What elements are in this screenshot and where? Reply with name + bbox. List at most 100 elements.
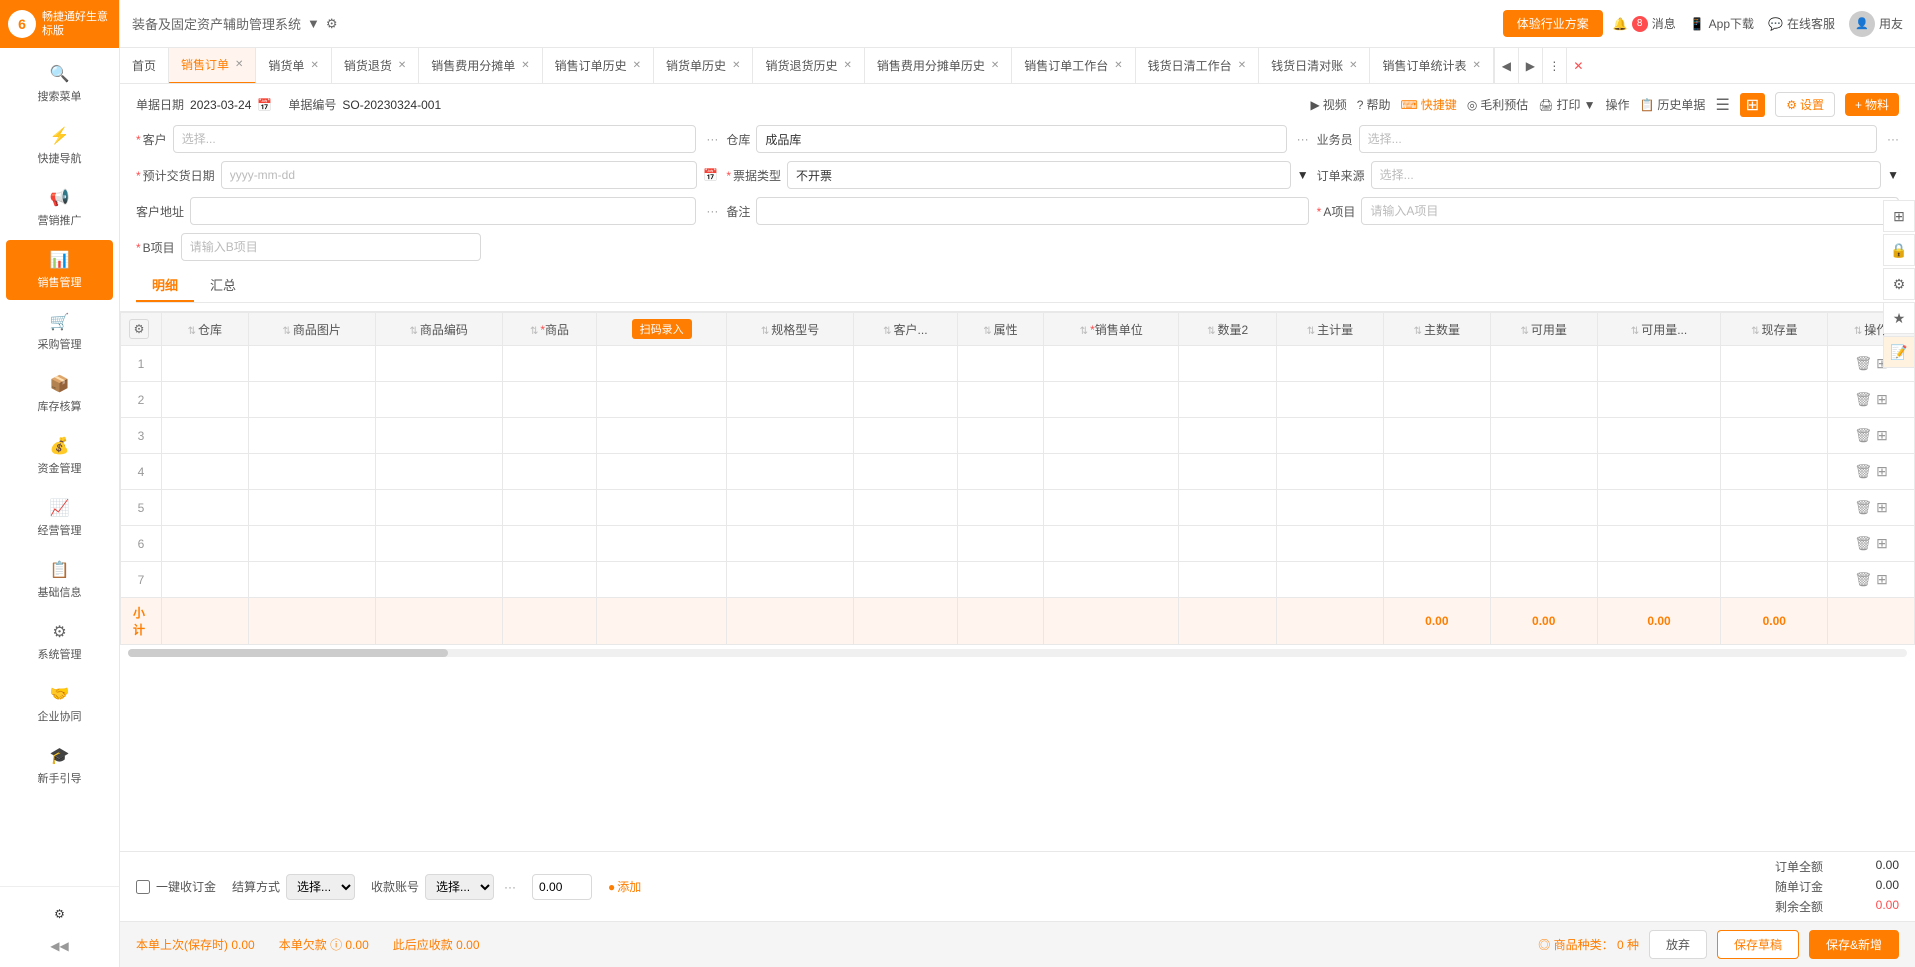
cell-1-avail_qty[interactable] xyxy=(1490,346,1597,382)
cell-5-avail_qty[interactable] xyxy=(1490,490,1597,526)
remark-input[interactable] xyxy=(756,197,1308,225)
cell-3-qty2[interactable] xyxy=(1179,418,1277,454)
inner-tab-1[interactable]: 汇总 xyxy=(194,269,252,302)
tab-item-8[interactable]: 销售费用分摊单历史✕ xyxy=(865,48,1012,84)
sidebar-item-新手引导[interactable]: 🎓新手引导 xyxy=(6,736,113,796)
cell-3-customer_code[interactable] xyxy=(854,418,957,454)
warehouse-more[interactable]: ··· xyxy=(1297,132,1309,146)
delete-icon-4[interactable]: 🗑 xyxy=(1854,463,1872,480)
delete-icon-2[interactable]: 🗑 xyxy=(1854,391,1872,408)
address-input[interactable] xyxy=(190,197,696,225)
salesperson-more[interactable]: ··· xyxy=(1887,132,1899,146)
tab-next-btn[interactable]: ▶ xyxy=(1518,48,1542,84)
sidebar-item-库存核算[interactable]: 📦库存核算 xyxy=(6,364,113,424)
cell-1-product[interactable] xyxy=(502,346,597,382)
profit-btn[interactable]: ◎ 毛利预估 xyxy=(1467,96,1529,113)
tab-close-5[interactable]: ✕ xyxy=(633,60,641,71)
cell-3-main_unit[interactable] xyxy=(1277,418,1384,454)
cell-2-product[interactable] xyxy=(502,382,597,418)
cell-5-attr[interactable] xyxy=(957,490,1044,526)
gear-icon[interactable]: ⚙ xyxy=(326,16,338,32)
tab-item-0[interactable]: 首页 xyxy=(120,48,169,84)
sidebar-settings[interactable]: ⚙ xyxy=(6,897,113,931)
cell-7-main_unit[interactable] xyxy=(1277,562,1384,598)
cell-7-product[interactable] xyxy=(502,562,597,598)
cell-4-main_unit[interactable] xyxy=(1277,454,1384,490)
cell-6-warehouse[interactable] xyxy=(162,526,249,562)
invoice-dropdown-icon[interactable]: ▼ xyxy=(1297,168,1309,182)
sidebar-item-快捷导航[interactable]: ⚡快捷导航 xyxy=(6,116,113,176)
tab-close-2[interactable]: ✕ xyxy=(310,60,318,71)
right-btn-5[interactable]: 📝 xyxy=(1883,336,1915,368)
notification-btn[interactable]: 🔔 8 8 消息 xyxy=(1613,15,1676,32)
invoice-type-input[interactable] xyxy=(787,161,1291,189)
col-gear[interactable]: ⚙ xyxy=(129,319,149,339)
cell-5-unit[interactable] xyxy=(1044,490,1179,526)
one-click-checkbox[interactable] xyxy=(136,880,150,894)
col-header-code[interactable]: ⇅商品编码 xyxy=(375,313,502,346)
cell-7-customer_code[interactable] xyxy=(854,562,957,598)
cell-1-customer_code[interactable] xyxy=(854,346,957,382)
cell-1-unit[interactable] xyxy=(1044,346,1179,382)
cell-2-avail_qty2[interactable] xyxy=(1597,382,1721,418)
cell-7-qty2[interactable] xyxy=(1179,562,1277,598)
cell-6-qty2[interactable] xyxy=(1179,526,1277,562)
tab-item-10[interactable]: 钱货日清工作台✕ xyxy=(1136,48,1259,84)
cell-1-stock[interactable] xyxy=(1721,346,1828,382)
calendar-icon[interactable]: 📅 xyxy=(257,98,272,112)
cell-4-warehouse[interactable] xyxy=(162,454,249,490)
copy-icon-3[interactable]: ⊞ xyxy=(1876,427,1888,444)
tab-item-9[interactable]: 销售订单工作台✕ xyxy=(1012,48,1135,84)
tab-close-10[interactable]: ✕ xyxy=(1238,60,1246,71)
copy-icon-4[interactable]: ⊞ xyxy=(1876,463,1888,480)
receipt-more[interactable]: ··· xyxy=(504,880,516,894)
delete-icon-1[interactable]: 🗑 xyxy=(1854,355,1872,372)
cell-3-avail_qty[interactable] xyxy=(1490,418,1597,454)
cell-3-image[interactable] xyxy=(248,418,375,454)
delete-icon-5[interactable]: 🗑 xyxy=(1854,499,1872,516)
cell-6-unit[interactable] xyxy=(1044,526,1179,562)
cell-7-code[interactable] xyxy=(375,562,502,598)
cell-4-unit[interactable] xyxy=(1044,454,1179,490)
tab-item-11[interactable]: 钱货日清对账✕ xyxy=(1259,48,1370,84)
payment-method-select[interactable]: 选择... xyxy=(286,874,355,900)
col-header-avail_qty[interactable]: ⇅可用量 xyxy=(1490,313,1597,346)
tab-close-8[interactable]: ✕ xyxy=(991,60,999,71)
col-header-unit[interactable]: ⇅*销售单位 xyxy=(1044,313,1179,346)
address-more[interactable]: ··· xyxy=(706,204,718,218)
col-header-attr[interactable]: ⇅属性 xyxy=(957,313,1044,346)
order-source-dropdown[interactable]: ▼ xyxy=(1887,168,1899,182)
cell-3-product[interactable] xyxy=(502,418,597,454)
cell-6-attr[interactable] xyxy=(957,526,1044,562)
cell-7-attr[interactable] xyxy=(957,562,1044,598)
cell-2-attr[interactable] xyxy=(957,382,1044,418)
cell-5-image[interactable] xyxy=(248,490,375,526)
cell-6-avail_qty2[interactable] xyxy=(1597,526,1721,562)
col-header-qty2[interactable]: ⇅数量2 xyxy=(1179,313,1277,346)
cell-2-image[interactable] xyxy=(248,382,375,418)
cell-2-qty2[interactable] xyxy=(1179,382,1277,418)
cell-4-main_qty[interactable] xyxy=(1383,454,1490,490)
sidebar-item-企业协同[interactable]: 🤝企业协同 xyxy=(6,674,113,734)
cell-6-image[interactable] xyxy=(248,526,375,562)
cell-1-attr[interactable] xyxy=(957,346,1044,382)
copy-icon-6[interactable]: ⊞ xyxy=(1876,535,1888,552)
cell-7-avail_qty2[interactable] xyxy=(1597,562,1721,598)
col-header-customer_code[interactable]: ⇅客户... xyxy=(854,313,957,346)
cell-1-main_unit[interactable] xyxy=(1277,346,1384,382)
calendar-icon-delivery[interactable]: 📅 xyxy=(703,168,718,182)
cell-4-avail_qty2[interactable] xyxy=(1597,454,1721,490)
col-header-main_qty[interactable]: ⇅主数量 xyxy=(1383,313,1490,346)
delete-icon-6[interactable]: 🗑 xyxy=(1854,535,1872,552)
copy-icon-7[interactable]: ⊞ xyxy=(1876,571,1888,588)
cell-7-unit[interactable] xyxy=(1044,562,1179,598)
cell-2-scan[interactable] xyxy=(597,382,727,418)
cell-5-product[interactable] xyxy=(502,490,597,526)
receipt-account-select[interactable]: 选择... xyxy=(425,874,494,900)
cell-1-main_qty[interactable] xyxy=(1383,346,1490,382)
history-btn[interactable]: 📋 历史单据 xyxy=(1639,96,1705,113)
cell-1-scan[interactable] xyxy=(597,346,727,382)
sidebar-item-系统管理[interactable]: ⚙系统管理 xyxy=(6,612,113,672)
tab-close-3[interactable]: ✕ xyxy=(398,60,406,71)
sidebar-item-采购管理[interactable]: 🛒采购管理 xyxy=(6,302,113,362)
